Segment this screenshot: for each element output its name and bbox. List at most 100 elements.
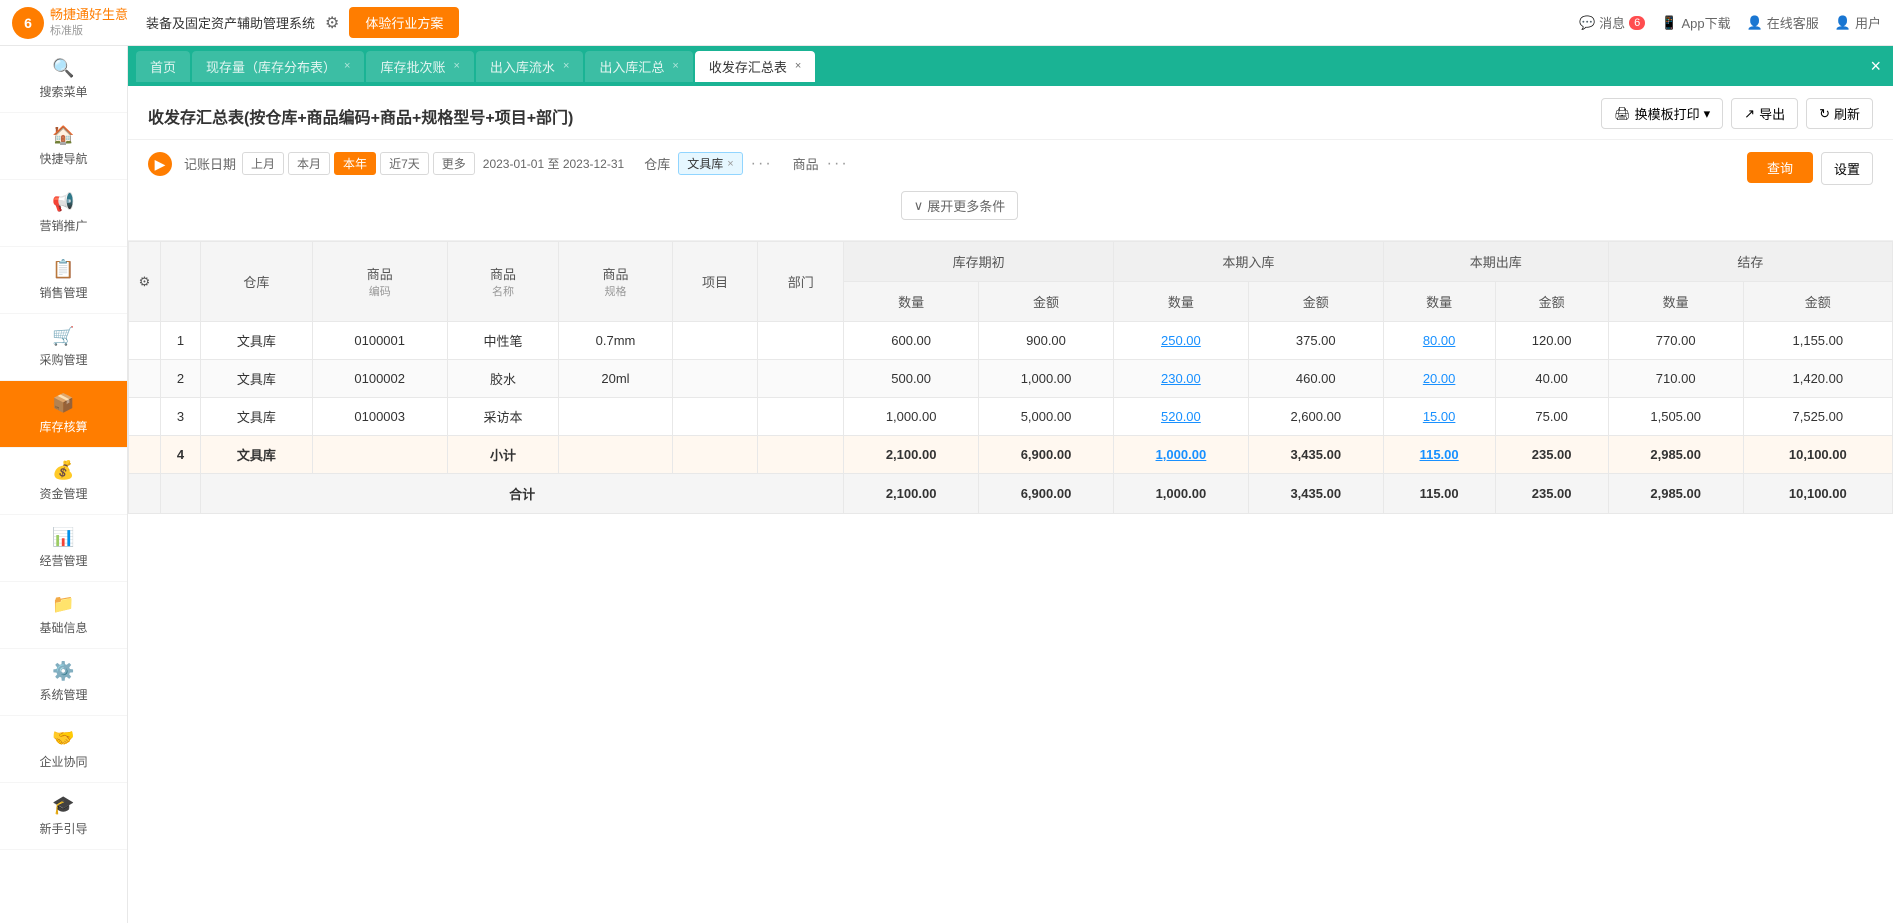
export-button[interactable]: ↗ 导出 (1731, 98, 1798, 129)
tab-recv-send-summary[interactable]: 收发存汇总表 × (695, 51, 815, 82)
out-qty-link[interactable]: 20.00 (1423, 371, 1456, 386)
page-actions: 🖨 换模板打印 ▾ ↗ 导出 ↻ 刷新 (1601, 98, 1873, 129)
system-icon: ⚙️ (52, 661, 74, 682)
tab-batch[interactable]: 库存批次账 × (366, 51, 473, 82)
in-qty-subtotal-link[interactable]: 1,000.00 (1156, 447, 1207, 462)
date-label: 记账日期 (184, 154, 236, 173)
th-out-amt: 金额 (1495, 282, 1608, 322)
date-btn-this-month[interactable]: 本月 (288, 152, 330, 175)
sidebar-item-system[interactable]: ⚙️ 系统管理 (0, 649, 127, 716)
cell-project (672, 360, 758, 398)
in-qty-link[interactable]: 250.00 (1161, 333, 1201, 348)
tab-batch-close[interactable]: × (453, 60, 459, 72)
cell-goods-spec: 20ml (559, 360, 672, 398)
date-btn-more[interactable]: 更多 (433, 152, 475, 175)
filter-right-actions: 查询 设置 (1747, 152, 1873, 185)
cell-in-amt: 460.00 (1248, 360, 1383, 398)
date-btn-this-year[interactable]: 本年 (334, 152, 376, 175)
th-goods-code: 商品编码 (312, 242, 447, 322)
cell-opening-amt: 900.00 (979, 322, 1114, 360)
th-balance-qty: 数量 (1608, 282, 1743, 322)
app-title: 畅捷通好生意 (50, 7, 128, 23)
cell-num: 3 (161, 398, 201, 436)
filter-main: 记账日期 上月 本月 本年 近7天 更多 2023-01-01 至 2023-1… (184, 152, 1735, 228)
cell-balance-qty: 710.00 (1608, 360, 1743, 398)
sidebar-item-label: 销售管理 (39, 284, 87, 301)
tab-inout-flow-close[interactable]: × (563, 60, 569, 72)
cell-out-qty: 115.00 (1383, 436, 1495, 474)
cell-in-qty: 250.00 (1113, 322, 1248, 360)
tab-home[interactable]: 首页 (136, 51, 190, 82)
cell-opening-amt: 5,000.00 (979, 398, 1114, 436)
out-qty-subtotal-link[interactable]: 115.00 (1420, 447, 1459, 462)
cell-settings (129, 322, 161, 360)
date-btn-last-month[interactable]: 上月 (242, 152, 284, 175)
operations-icon: 📊 (52, 527, 74, 548)
template-print-button[interactable]: 🖨 换模板打印 ▾ (1601, 98, 1723, 129)
app-download-button[interactable]: 📱 App下载 (1661, 13, 1730, 32)
cell-goods-code: 0100003 (312, 398, 447, 436)
footer-in-qty: 1,000.00 (1113, 474, 1248, 514)
tab-stock-dist[interactable]: 现存量（库存分布表） × (192, 51, 364, 82)
basic-info-icon: 📁 (52, 594, 74, 615)
trial-button[interactable]: 体验行业方案 (349, 7, 459, 38)
date-btn-7days[interactable]: 近7天 (380, 152, 429, 175)
cell-out-amt: 235.00 (1495, 436, 1608, 474)
filter-settings-button[interactable]: 设置 (1821, 152, 1873, 185)
tab-recv-send-close[interactable]: × (795, 60, 801, 72)
goods-more-btn[interactable]: ··· (827, 155, 849, 173)
sidebar-item-label: 快捷导航 (39, 150, 87, 167)
out-qty-link[interactable]: 80.00 (1423, 333, 1456, 348)
th-warehouse: 仓库 (201, 242, 313, 322)
cell-department (758, 322, 844, 360)
footer-label: 合计 (201, 474, 844, 514)
in-qty-link[interactable]: 230.00 (1161, 371, 1201, 386)
sidebar-item-operations[interactable]: 📊 经营管理 (0, 515, 127, 582)
online-service-button[interactable]: 👤 在线客服 (1747, 13, 1819, 32)
filter-area: ▶ 记账日期 上月 本月 本年 近7天 (128, 140, 1893, 241)
logo-area: 6 畅捷通好生意 标准版 (12, 7, 128, 39)
query-button[interactable]: 查询 (1747, 152, 1813, 183)
top-bar-left: 6 畅捷通好生意 标准版 装备及固定资产辅助管理系统 ⚙ 体验行业方案 (12, 7, 459, 39)
footer-row: 合计 2,100.00 6,900.00 1,000.00 3,435.00 1… (129, 474, 1893, 514)
sidebar-item-quick-nav[interactable]: 🏠 快捷导航 (0, 113, 127, 180)
warehouse-tag-close[interactable]: × (727, 158, 733, 170)
sidebar-item-enterprise[interactable]: 🤝 企业协同 (0, 716, 127, 783)
date-range: 2023-01-01 至 2023-12-31 (483, 155, 624, 172)
sidebar-item-finance[interactable]: 💰 资金管理 (0, 448, 127, 515)
footer-out-amt: 235.00 (1495, 474, 1608, 514)
cell-settings (129, 436, 161, 474)
sidebar-item-label: 系统管理 (39, 686, 87, 703)
cell-balance-amt: 1,420.00 (1743, 360, 1892, 398)
sidebar-item-newbie[interactable]: 🎓 新手引导 (0, 783, 127, 850)
cell-opening-qty: 1,000.00 (844, 398, 979, 436)
out-qty-link[interactable]: 15.00 (1423, 409, 1456, 424)
sidebar-item-inventory[interactable]: 📦 库存核算 (0, 381, 127, 448)
expand-filter-button[interactable]: ∨ 展开更多条件 (901, 191, 1019, 220)
main-table: ⚙ 仓库 商品编码 商品名称 商品规格 项目 部门 库存期初 本期入库 本期出 (128, 241, 1893, 514)
filter-toggle[interactable]: ▶ (148, 152, 172, 176)
warehouse-label: 仓库 (644, 154, 670, 173)
user-button[interactable]: 👤 用户 (1835, 13, 1881, 32)
refresh-button[interactable]: ↻ 刷新 (1806, 98, 1873, 129)
newbie-icon: 🎓 (52, 795, 74, 816)
sidebar-item-basic-info[interactable]: 📁 基础信息 (0, 582, 127, 649)
finance-icon: 💰 (52, 460, 74, 481)
settings-icon[interactable]: ⚙ (325, 13, 339, 33)
tab-inout-summary-close[interactable]: × (672, 60, 678, 72)
sidebar-item-purchase[interactable]: 🛒 采购管理 (0, 314, 127, 381)
sidebar-item-sales[interactable]: 📋 销售管理 (0, 247, 127, 314)
in-qty-link[interactable]: 520.00 (1161, 409, 1201, 424)
close-all-tabs[interactable]: × (1866, 52, 1885, 81)
cell-in-qty: 520.00 (1113, 398, 1248, 436)
sidebar-item-search[interactable]: 🔍 搜索菜单 (0, 46, 127, 113)
expand-icon: ∨ (914, 198, 924, 214)
tab-inout-summary[interactable]: 出入库汇总 × (585, 51, 692, 82)
message-button[interactable]: 💬 消息 6 (1579, 13, 1645, 32)
warehouse-more-btn[interactable]: ··· (751, 155, 773, 173)
sidebar-item-marketing[interactable]: 📢 营销推广 (0, 180, 127, 247)
tab-stock-dist-close[interactable]: × (344, 60, 350, 72)
sidebar-item-label: 基础信息 (39, 619, 87, 636)
cell-department (758, 360, 844, 398)
tab-inout-flow[interactable]: 出入库流水 × (476, 51, 583, 82)
